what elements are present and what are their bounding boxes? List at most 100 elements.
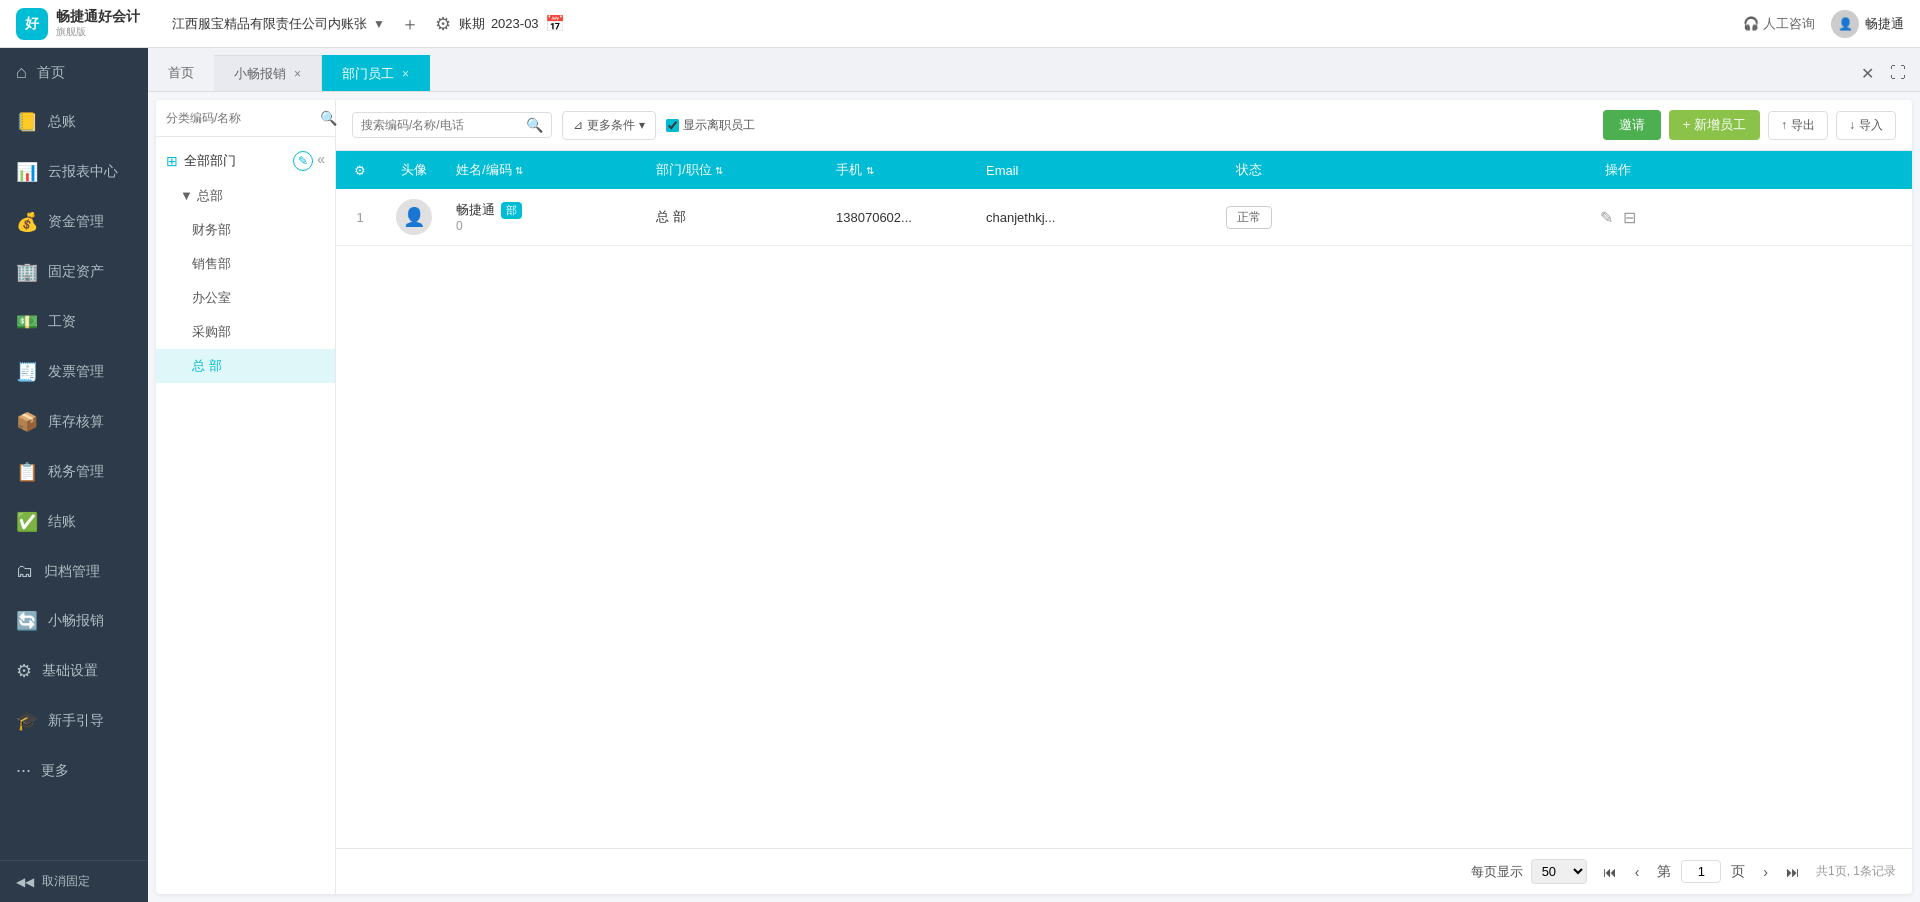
unpin-label: 取消固定	[42, 873, 90, 890]
delete-button[interactable]: ⊟	[1623, 208, 1636, 227]
invoice-icon: 🧾	[16, 361, 38, 383]
assets-mgmt-icon: 💰	[16, 211, 38, 233]
sidebar-item-label: 税务管理	[48, 463, 104, 481]
period-label: 账期	[459, 15, 485, 33]
col-settings[interactable]: ⚙	[336, 151, 384, 189]
tab-dept-emp-label: 部门员工	[342, 65, 394, 83]
dept-item-bangongshi[interactable]: 办公室	[156, 281, 335, 315]
top-right: 🎧 人工咨询 👤 畅捷通	[1743, 10, 1904, 38]
sidebar-item-label: 发票管理	[48, 363, 104, 381]
company-name: 江西服宝精品有限责任公司内账张	[172, 15, 367, 33]
sidebar-item-tax[interactable]: 📋 税务管理	[0, 447, 148, 497]
page-label: 页	[1723, 860, 1753, 884]
first-page-button[interactable]: ⏮	[1595, 861, 1625, 883]
col-name-header[interactable]: 姓名/编码 ⇅	[444, 151, 644, 189]
add-icon[interactable]: ＋	[401, 12, 419, 36]
main-layout: ⌂ 首页 📒 总账 📊 云报表中心 💰 资金管理 🏢 固定资产 💵 工资 🧾 发…	[0, 48, 1920, 902]
unpin-button[interactable]: ◀◀ 取消固定	[0, 860, 148, 902]
show-resigned-checkbox[interactable]	[666, 119, 679, 132]
export-button[interactable]: ↑ 导出	[1768, 111, 1828, 140]
col-phone-header[interactable]: 手机 ⇅	[824, 151, 974, 189]
tab-expense-close[interactable]: ×	[294, 67, 301, 81]
user-area[interactable]: 👤 畅捷通	[1831, 10, 1904, 38]
sidebar-item-ledger[interactable]: 📒 总账	[0, 97, 148, 147]
support-button[interactable]: 🎧 人工咨询	[1743, 15, 1815, 33]
dept-badge: 部	[501, 202, 522, 219]
tab-right-actions: ✕ ⛶	[1855, 55, 1920, 91]
tab-expense[interactable]: 小畅报销 ×	[214, 55, 322, 91]
dept-edit-icon[interactable]: ✎	[293, 151, 313, 171]
col-dept-header[interactable]: 部门/职位 ⇅	[644, 151, 824, 189]
dept-item-caiwubu[interactable]: 财务部	[156, 213, 335, 247]
sidebar-item-settlement[interactable]: ✅ 结账	[0, 497, 148, 547]
sidebar-item-label: 基础设置	[42, 662, 98, 680]
sidebar-item-assets-mgmt[interactable]: 💰 资金管理	[0, 197, 148, 247]
tab-close-icon[interactable]: ✕	[1855, 62, 1880, 85]
row-actions: ✎ ⊟	[1324, 189, 1912, 246]
sidebar-item-fixed-assets[interactable]: 🏢 固定资产	[0, 247, 148, 297]
import-button[interactable]: ↓ 导入	[1836, 111, 1896, 140]
import-icon: ↓	[1849, 118, 1855, 132]
edit-button[interactable]: ✎	[1600, 208, 1613, 227]
xiaochang-icon: 🔄	[16, 610, 38, 632]
calendar-icon[interactable]: 📅	[545, 14, 565, 33]
table-header-row: ⚙ 头像 姓名/编码 ⇅ 部门/职位 ⇅	[336, 151, 1912, 189]
tab-home[interactable]: 首页	[148, 55, 214, 91]
sidebar-item-archive[interactable]: 🗂 归档管理	[0, 547, 148, 596]
dept-item-caigoubu[interactable]: 采购部	[156, 315, 335, 349]
dept-collapse-icon[interactable]: «	[317, 151, 325, 171]
page-input[interactable]	[1681, 860, 1721, 883]
dept-sort-icon[interactable]: ⇅	[715, 165, 723, 176]
settings-icon[interactable]: ⚙	[435, 13, 451, 35]
per-page-select[interactable]: 50 10 20 100	[1531, 859, 1587, 884]
tab-fullscreen-icon[interactable]: ⛶	[1884, 62, 1912, 84]
settlement-icon: ✅	[16, 511, 38, 533]
page-total: 共1页, 1条记录	[1816, 863, 1896, 880]
sidebar-item-settings[interactable]: ⚙ 基础设置	[0, 646, 148, 696]
tab-expense-label: 小畅报销	[234, 65, 286, 83]
dept-item-zongbu[interactable]: ▼总部	[156, 179, 335, 213]
col-status-header: 状态	[1174, 151, 1324, 189]
dept-item-zongbu-active[interactable]: 总 部	[156, 349, 335, 383]
phone-sort-icon[interactable]: ⇅	[866, 165, 874, 176]
tab-dept-emp-close[interactable]: ×	[402, 67, 409, 81]
dept-search-input[interactable]	[166, 111, 316, 125]
sidebar-item-salary[interactable]: 💵 工资	[0, 297, 148, 347]
right-panel: 🔍 ⊿ 更多条件 ▾ 显示离职员工 邀请 + 新增员工	[336, 100, 1912, 894]
show-resigned-label[interactable]: 显示离职员工	[683, 117, 755, 134]
content-area: 首页 小畅报销 × 部门员工 × ✕ ⛶ 🔍	[148, 48, 1920, 902]
invite-button[interactable]: 邀请	[1603, 110, 1661, 140]
filter-more-button[interactable]: ⊿ 更多条件 ▾	[562, 111, 656, 140]
sidebar-item-xiaochang[interactable]: 🔄 小畅报销	[0, 596, 148, 646]
employee-search-input[interactable]	[361, 118, 522, 132]
sidebar-item-invoice[interactable]: 🧾 发票管理	[0, 347, 148, 397]
show-resigned-area: 显示离职员工	[666, 117, 755, 134]
dept-search-icon[interactable]: 🔍	[320, 110, 337, 126]
dept-item-xiaoshoubu[interactable]: 销售部	[156, 247, 335, 281]
toolbar-right-actions: 邀请 + 新增员工 ↑ 导出 ↓ 导入	[1603, 110, 1896, 140]
prev-page-button[interactable]: ‹	[1627, 861, 1648, 883]
unpin-icon: ◀◀	[16, 875, 34, 889]
sidebar-item-guide[interactable]: 🎓 新手引导	[0, 696, 148, 746]
guide-icon: 🎓	[16, 710, 38, 732]
employee-name: 畅捷通	[456, 201, 495, 219]
company-selector[interactable]: 江西服宝精品有限责任公司内账张 ▼	[164, 11, 393, 37]
employee-search-box: 🔍	[352, 112, 552, 138]
sidebar-item-label: 更多	[41, 762, 69, 780]
sidebar-item-more[interactable]: ··· 更多	[0, 746, 148, 795]
add-employee-button[interactable]: + 新增员工	[1669, 110, 1760, 140]
dept-tree: ⊞ 全部部门 ✎ « ▼总部 财务部 销售部 办公室	[156, 137, 335, 894]
user-name: 畅捷通	[1865, 15, 1904, 33]
sidebar-item-inventory[interactable]: 📦 库存核算	[0, 397, 148, 447]
name-sort-icon[interactable]: ⇅	[515, 165, 523, 176]
employee-search-icon[interactable]: 🔍	[526, 117, 543, 133]
sidebar-item-home[interactable]: ⌂ 首页	[0, 48, 148, 97]
next-page-button[interactable]: ›	[1755, 861, 1776, 883]
tab-dept-emp[interactable]: 部门员工 ×	[322, 55, 430, 91]
company-dropdown-arrow[interactable]: ▼	[373, 17, 385, 31]
period-value: 2023-03	[491, 16, 539, 31]
dept-all-header[interactable]: ⊞ 全部部门 ✎ «	[156, 143, 335, 179]
row-status: 正常	[1174, 189, 1324, 246]
last-page-button[interactable]: ⏭	[1778, 861, 1808, 883]
sidebar-item-reports[interactable]: 📊 云报表中心	[0, 147, 148, 197]
